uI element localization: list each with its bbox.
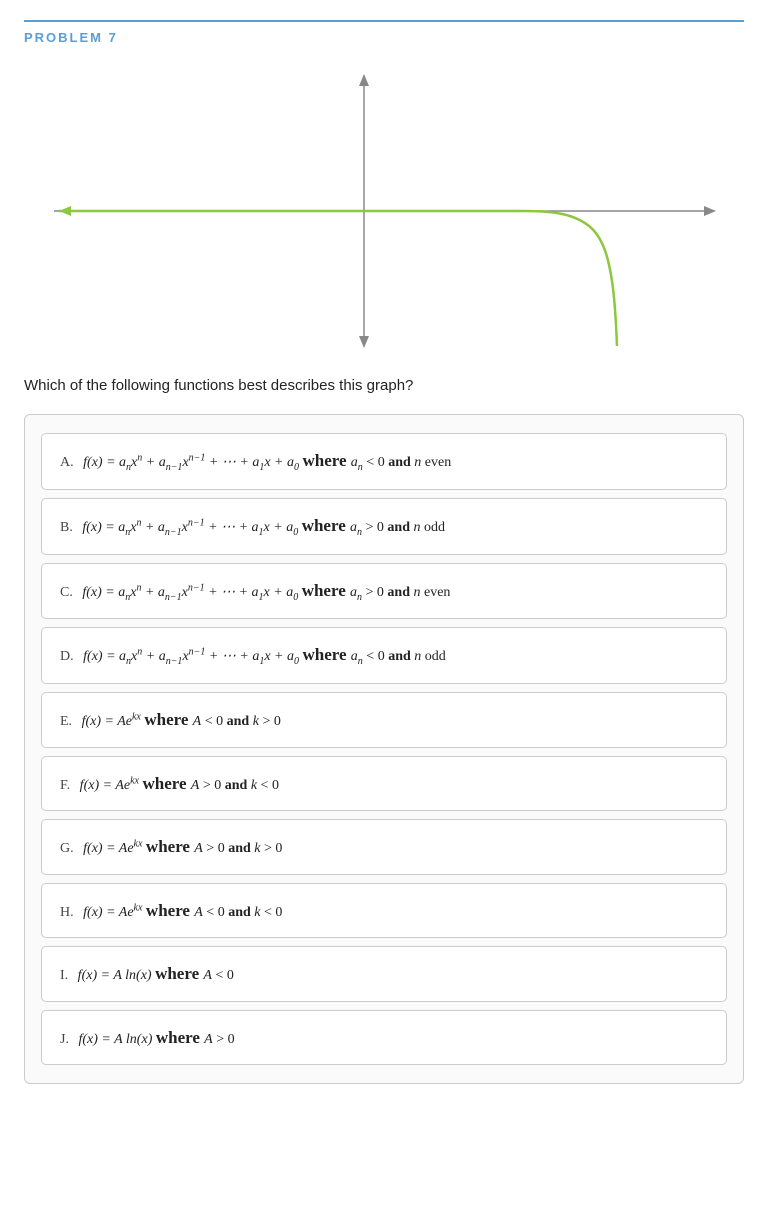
option-i-label: I. (60, 968, 68, 983)
option-g-math: f(x) = Aekx (83, 841, 146, 856)
option-b-condition: an > 0 and n odd (350, 520, 445, 535)
option-g-condition: A > 0 and k > 0 (194, 841, 282, 856)
option-g-where: where (146, 837, 194, 856)
option-d-where: where (302, 645, 350, 664)
option-d-condition: an < 0 and n odd (351, 649, 446, 664)
option-i-where: where (155, 964, 203, 983)
problem-title: PROBLEM 7 (24, 30, 118, 45)
option-c-math: f(x) = anxn + an−1xn−1 + ⋯ + a1x + a0 (82, 585, 301, 600)
option-i-condition: A < 0 (203, 968, 233, 983)
option-i[interactable]: I. f(x) = A ln(x) where A < 0 (41, 946, 727, 1002)
option-e-where: where (144, 710, 192, 729)
option-f-where: where (142, 774, 190, 793)
option-f-label: F. (60, 778, 70, 793)
option-a-math: f(x) = anxn + an−1xn−1 + ⋯ + a1x + a0 (83, 455, 302, 470)
option-d-label: D. (60, 649, 74, 664)
option-e-label: E. (60, 714, 72, 729)
option-e-condition: A < 0 and k > 0 (193, 714, 281, 729)
option-c-label: C. (60, 585, 73, 600)
option-g-label: G. (60, 841, 74, 856)
option-j-condition: A > 0 (204, 1032, 234, 1047)
problem-header: PROBLEM 7 (24, 20, 744, 45)
option-h-label: H. (60, 905, 74, 920)
option-d[interactable]: D. f(x) = anxn + an−1xn−1 + ⋯ + a1x + a0… (41, 627, 727, 684)
option-h-where: where (146, 901, 194, 920)
option-f-condition: A > 0 and k < 0 (191, 778, 279, 793)
option-h-condition: A < 0 and k < 0 (194, 905, 282, 920)
graph-svg (44, 66, 724, 356)
option-g[interactable]: G. f(x) = Aekx where A > 0 and k > 0 (41, 819, 727, 875)
option-j-math: f(x) = A ln(x) (78, 1032, 155, 1047)
option-a[interactable]: A. f(x) = anxn + an−1xn−1 + ⋯ + a1x + a0… (41, 433, 727, 490)
option-b-where: where (302, 516, 350, 535)
option-j-label: J. (60, 1032, 69, 1047)
option-c-condition: an > 0 and n even (350, 585, 450, 600)
page-container: PROBLEM 7 Which of the following functio… (0, 0, 768, 1114)
option-b-label: B. (60, 520, 73, 535)
option-h[interactable]: H. f(x) = Aekx where A < 0 and k < 0 (41, 883, 727, 939)
option-b-math: f(x) = anxn + an−1xn−1 + ⋯ + a1x + a0 (82, 520, 301, 535)
graph-container (24, 61, 744, 361)
option-e[interactable]: E. f(x) = Aekx where A < 0 and k > 0 (41, 692, 727, 748)
option-d-math: f(x) = anxn + an−1xn−1 + ⋯ + a1x + a0 (83, 649, 302, 664)
option-i-math: f(x) = A ln(x) (78, 968, 155, 983)
option-h-math: f(x) = Aekx (83, 905, 146, 920)
option-b[interactable]: B. f(x) = anxn + an−1xn−1 + ⋯ + a1x + a0… (41, 498, 727, 555)
option-a-label: A. (60, 455, 74, 470)
option-f-math: f(x) = Aekx (80, 778, 143, 793)
option-a-where: where (302, 451, 350, 470)
option-j[interactable]: J. f(x) = A ln(x) where A > 0 (41, 1010, 727, 1066)
question-text: Which of the following functions best de… (24, 377, 744, 394)
options-container: A. f(x) = anxn + an−1xn−1 + ⋯ + a1x + a0… (24, 414, 744, 1084)
option-f[interactable]: F. f(x) = Aekx where A > 0 and k < 0 (41, 756, 727, 812)
option-c-where: where (302, 581, 350, 600)
option-c[interactable]: C. f(x) = anxn + an−1xn−1 + ⋯ + a1x + a0… (41, 563, 727, 620)
option-e-math: f(x) = Aekx (82, 714, 145, 729)
option-j-where: where (156, 1028, 204, 1047)
option-a-condition: an < 0 and n even (351, 455, 451, 470)
